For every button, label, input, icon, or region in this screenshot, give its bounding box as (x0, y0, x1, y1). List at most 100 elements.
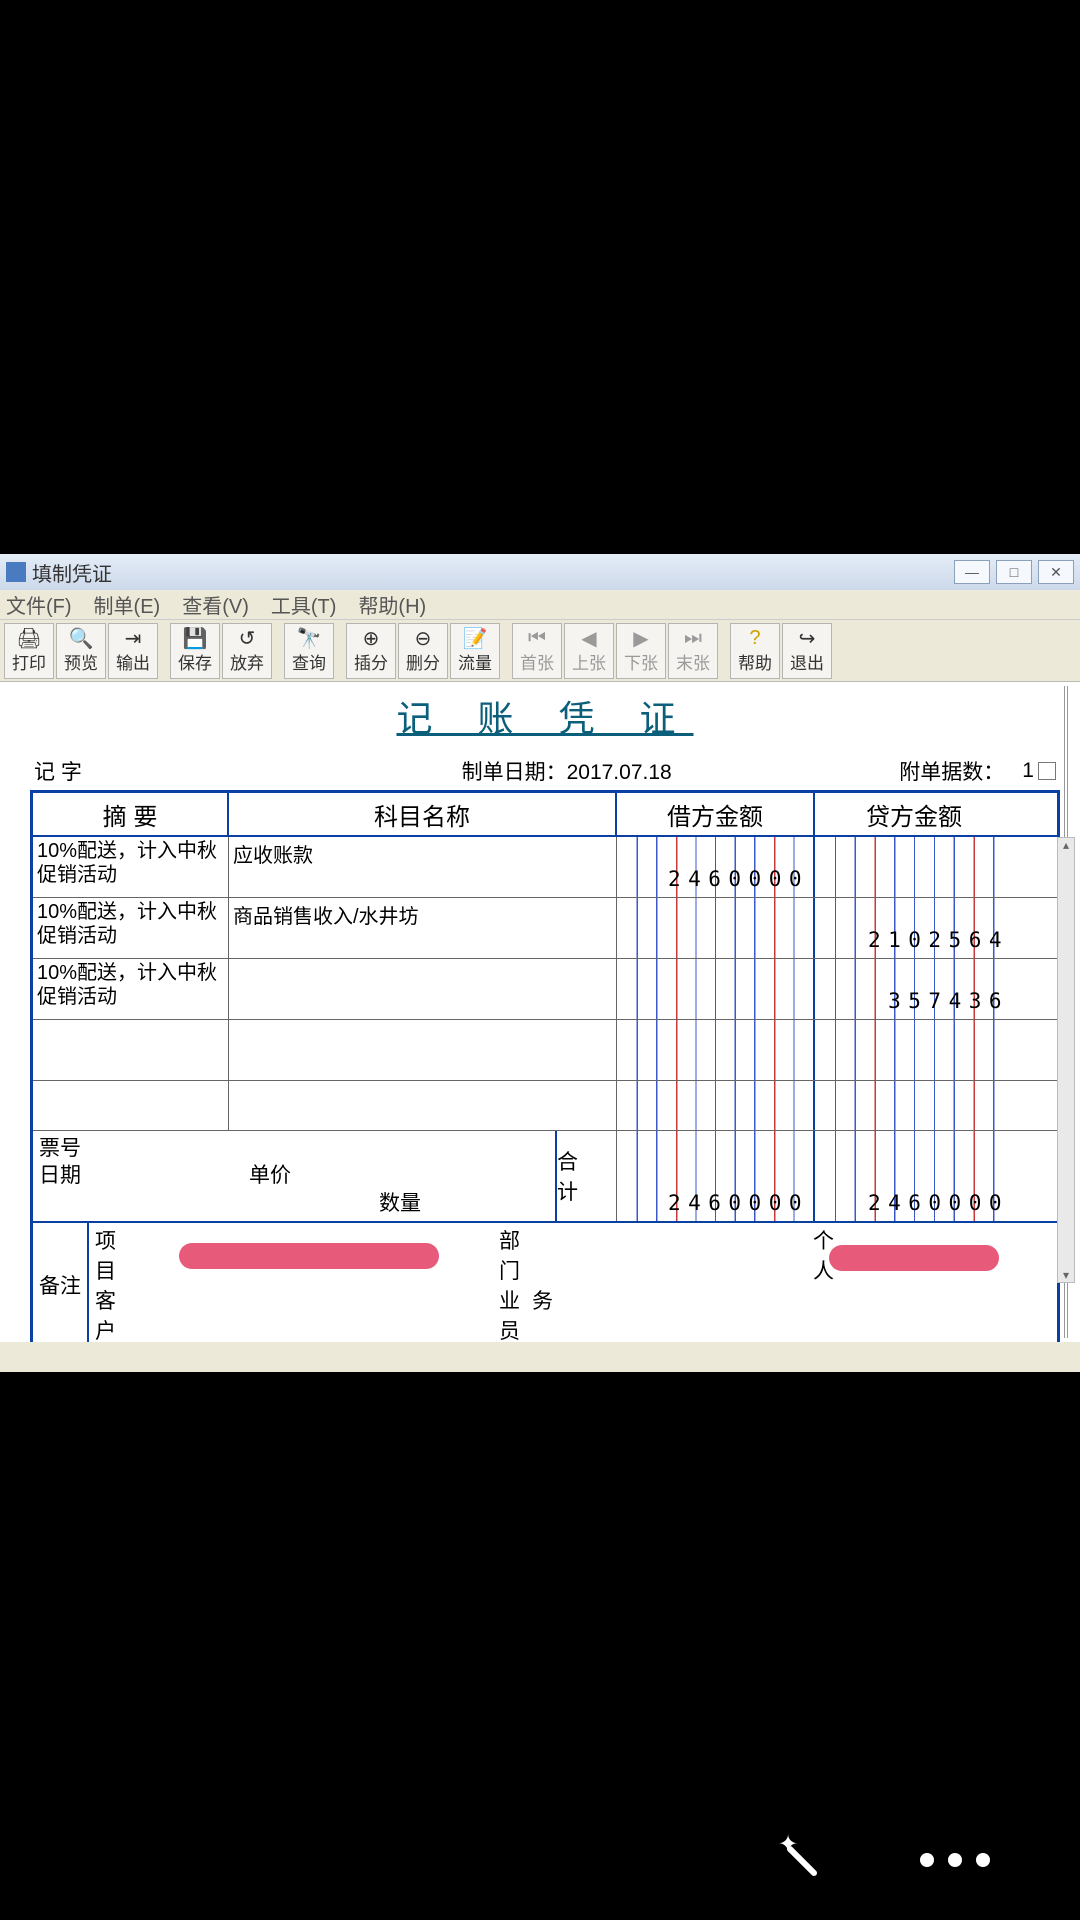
insert-row-button[interactable]: ⊕插分 (346, 623, 396, 679)
table-rows: 10%配送，计入中秋促销活动 应收账款 2460000 10%配送，计入中秋促销… (33, 837, 1057, 1131)
first-button[interactable]: ⏮首张 (512, 623, 562, 679)
app-icon (6, 562, 26, 582)
menu-file[interactable]: 文件(F) (6, 590, 72, 619)
cell-account[interactable] (229, 1081, 617, 1130)
flow-button[interactable]: 📝流量 (450, 623, 500, 679)
cell-credit[interactable] (815, 837, 1013, 897)
binoculars-icon: 🔭 (298, 627, 320, 649)
exit-button[interactable]: ↪退出 (782, 623, 832, 679)
more-icon[interactable] (920, 1853, 990, 1867)
header-debit: 借方金额 (617, 793, 815, 835)
debit-total: 2460000 (617, 1131, 813, 1221)
cell-debit[interactable] (617, 1020, 813, 1080)
cell-credit[interactable]: 357436 (815, 959, 1013, 1019)
save-icon: 💾 (184, 627, 206, 649)
redaction-mark (829, 1245, 999, 1271)
voucher-date: 制单日期：2017.07.18 (462, 756, 672, 786)
cell-summary[interactable] (33, 1020, 229, 1080)
project-label: 项 目 (95, 1225, 175, 1285)
search-button[interactable]: 🔭查询 (284, 623, 334, 679)
menu-help[interactable]: 帮助(H) (358, 590, 426, 619)
voucher-app-window: 填制凭证 — □ ✕ 文件(F) 制单(E) 查看(V) 工具(T) 帮助(H)… (0, 554, 1080, 1372)
save-button[interactable]: 💾保存 (170, 623, 220, 679)
menu-tool[interactable]: 工具(T) (271, 590, 337, 619)
customer-label: 客 户 (95, 1285, 175, 1342)
table-row[interactable] (33, 1081, 1057, 1131)
magnifier-icon[interactable] (1038, 762, 1056, 780)
last-button[interactable]: ⏭末张 (668, 623, 718, 679)
cell-credit[interactable] (815, 1081, 1013, 1130)
prev-icon: ◀ (578, 627, 600, 649)
header-account: 科目名称 (229, 793, 617, 835)
viewer-overlay (0, 1800, 1080, 1920)
cell-summary[interactable]: 10%配送，计入中秋促销活动 (33, 837, 229, 897)
attachment-count: 附单据数： 1 (899, 756, 1056, 786)
cell-debit[interactable] (617, 1081, 813, 1130)
insert-icon: ⊕ (360, 627, 382, 649)
table-row[interactable] (33, 1020, 1057, 1081)
maximize-button[interactable]: □ (996, 560, 1032, 584)
price-label: 单价 (249, 1162, 291, 1189)
export-icon: ⇥ (122, 627, 144, 649)
cell-credit[interactable]: 2102564 (815, 898, 1013, 958)
ticket-label: 票号 (39, 1135, 169, 1162)
window-title: 填制凭证 (32, 558, 112, 587)
menu-voucher[interactable]: 制单(E) (94, 590, 161, 619)
header-summary: 摘 要 (33, 793, 229, 835)
date-label: 日期 (39, 1162, 169, 1189)
credit-total: 2460000 (815, 1131, 1013, 1221)
discard-button[interactable]: ↺放弃 (222, 623, 272, 679)
toolbar: 🖨打印 🔍预览 ⇥输出 💾保存 ↺放弃 🔭查询 ⊕插分 ⊖删分 📝流量 ⏮首张 … (0, 620, 1080, 682)
redaction-mark (179, 1243, 439, 1269)
cell-account[interactable]: 商品销售收入/水井坊 (229, 898, 617, 958)
printer-icon: 🖨 (18, 627, 40, 649)
header-credit: 贷方金额 (815, 793, 1013, 835)
undo-icon: ↺ (236, 627, 258, 649)
voucher-type-label: 记 字 (34, 756, 234, 786)
export-button[interactable]: ⇥输出 (108, 623, 158, 679)
next-button[interactable]: ▶下张 (616, 623, 666, 679)
cell-summary[interactable] (33, 1081, 229, 1130)
menubar: 文件(F) 制单(E) 查看(V) 工具(T) 帮助(H) (0, 590, 1080, 620)
next-icon: ▶ (630, 627, 652, 649)
voucher-paper: 记 账 凭 证 记 字 制单日期：2017.07.18 附单据数： 1 摘 要 … (0, 682, 1080, 1342)
menu-view[interactable]: 查看(V) (182, 590, 249, 619)
photo-viewer: 填制凭证 — □ ✕ 文件(F) 制单(E) 查看(V) 工具(T) 帮助(H)… (0, 0, 1080, 1920)
cell-account[interactable] (229, 1020, 617, 1080)
sales-label: 业务员 (499, 1285, 579, 1342)
close-button[interactable]: ✕ (1038, 560, 1074, 584)
cell-credit[interactable] (815, 1020, 1013, 1080)
help-button[interactable]: ?帮助 (730, 623, 780, 679)
remark-row: 备注 项 目 部 门 个 人 客 户 业务员 (33, 1223, 1057, 1342)
last-icon: ⏭ (682, 627, 704, 649)
preview-button[interactable]: 🔍预览 (56, 623, 106, 679)
total-label: 合 计 (557, 1131, 617, 1221)
cell-account[interactable] (229, 959, 617, 1019)
cell-summary[interactable]: 10%配送，计入中秋促销活动 (33, 898, 229, 958)
table-row[interactable]: 10%配送，计入中秋促销活动 应收账款 2460000 (33, 837, 1057, 898)
totals-row: 票号 日期 单价 数量 合 计 2460000 2460000 (33, 1131, 1057, 1223)
help-icon: ? (744, 627, 766, 649)
table-row[interactable]: 10%配送，计入中秋促销活动 商品销售收入/水井坊 2102564 (33, 898, 1057, 959)
cell-summary[interactable]: 10%配送，计入中秋促销活动 (33, 959, 229, 1019)
titlebar: 填制凭证 — □ ✕ (0, 554, 1080, 590)
scrollbar[interactable] (1057, 837, 1075, 1283)
cell-account[interactable]: 应收账款 (229, 837, 617, 897)
window-controls: — □ ✕ (954, 560, 1074, 584)
cell-debit[interactable] (617, 959, 813, 1019)
cell-debit[interactable]: 2460000 (617, 837, 813, 897)
prev-button[interactable]: ◀上张 (564, 623, 614, 679)
cell-debit[interactable] (617, 898, 813, 958)
delete-row-button[interactable]: ⊖删分 (398, 623, 448, 679)
print-button[interactable]: 🖨打印 (4, 623, 54, 679)
table-row[interactable]: 10%配送，计入中秋促销活动 357436 (33, 959, 1057, 1020)
qty-label: 数量 (379, 1190, 421, 1217)
delete-icon: ⊖ (412, 627, 434, 649)
voucher-title: 记 账 凭 证 (30, 690, 1060, 742)
flow-icon: 📝 (464, 627, 486, 649)
magic-wand-icon[interactable] (774, 1832, 830, 1888)
table-header: 摘 要 科目名称 借方金额 贷方金额 (33, 793, 1057, 837)
minimize-button[interactable]: — (954, 560, 990, 584)
remark-label: 备注 (33, 1223, 89, 1342)
dept-label: 部 门 (499, 1225, 579, 1285)
